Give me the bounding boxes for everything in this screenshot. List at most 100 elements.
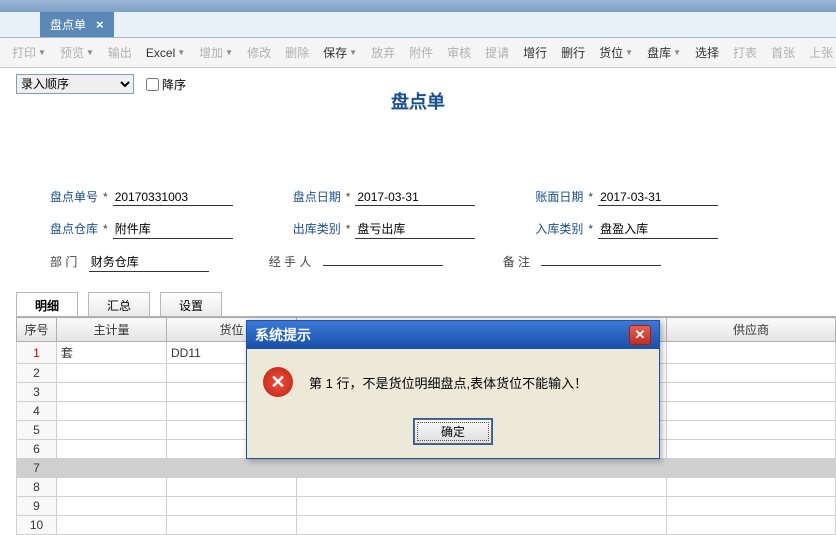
tab-summary[interactable]: 汇总 — [88, 292, 150, 319]
in-type-input[interactable]: 盘盈入库 — [598, 220, 718, 239]
cell-supplier[interactable] — [667, 364, 836, 383]
tab-detail[interactable]: 明细 — [16, 292, 78, 319]
chevron-down-icon: ▼ — [225, 48, 233, 57]
cell-gap[interactable] — [297, 516, 667, 535]
cell-unit[interactable] — [57, 421, 167, 440]
cell-supplier[interactable] — [667, 497, 836, 516]
dialog-body: ✕ 第 1 行，不是货位明细盘点,表体货位不能输入！ 确定 — [247, 349, 659, 458]
dialog-close-button[interactable]: ✕ — [629, 325, 651, 345]
cell-bin[interactable] — [167, 459, 297, 478]
dialog-title: 系统提示 — [255, 325, 311, 345]
inventory-button[interactable]: 盘库▼ — [641, 40, 687, 65]
field-handler: 经 手 人 — [269, 253, 443, 272]
edit-button[interactable]: 修改 — [241, 40, 277, 65]
tab-settings[interactable]: 设置 — [160, 292, 222, 319]
row-number: 3 — [17, 383, 57, 402]
cell-supplier[interactable] — [667, 478, 836, 497]
dept-input[interactable]: 财务仓库 — [89, 253, 209, 272]
dialog-ok-button[interactable]: 确定 — [414, 419, 492, 444]
row-number: 7 — [17, 459, 57, 478]
cell-unit[interactable] — [57, 402, 167, 421]
cell-unit[interactable] — [57, 516, 167, 535]
chevron-down-icon: ▼ — [38, 48, 46, 57]
print-button[interactable]: 打印▼ — [6, 40, 52, 65]
attach-button[interactable]: 附件 — [403, 40, 439, 65]
cell-supplier[interactable] — [667, 342, 836, 364]
chevron-down-icon: ▼ — [177, 48, 185, 57]
cell-supplier[interactable] — [667, 516, 836, 535]
page-title: 盘点单 — [0, 88, 836, 114]
save-button[interactable]: 保存▼ — [317, 40, 363, 65]
table-row[interactable]: 7 — [17, 459, 836, 478]
out-type-input[interactable]: 盘亏出库 — [355, 220, 475, 239]
window-titlebar — [0, 0, 836, 12]
submit-button[interactable]: 提请 — [479, 40, 515, 65]
cell-gap[interactable] — [297, 459, 667, 478]
bin-button[interactable]: 货位▼ — [593, 40, 639, 65]
table-row[interactable]: 10 — [17, 516, 836, 535]
tab-inventory-sheet[interactable]: 盘点单 × — [40, 12, 114, 37]
col-unit[interactable]: 主计量 — [57, 318, 167, 342]
count-date-input[interactable]: 2017-03-31 — [355, 190, 475, 206]
audit-button[interactable]: 审核 — [441, 40, 477, 65]
row-number: 10 — [17, 516, 57, 535]
row-number: 9 — [17, 497, 57, 516]
cell-unit[interactable]: 套 — [57, 342, 167, 364]
field-dept: 部 门 财务仓库 — [50, 253, 209, 272]
prev-button[interactable]: 上张 — [803, 40, 836, 65]
close-icon: ✕ — [635, 327, 646, 343]
first-button[interactable]: 首张 — [765, 40, 801, 65]
handler-input[interactable] — [323, 264, 443, 266]
table-row[interactable]: 8 — [17, 478, 836, 497]
cell-supplier[interactable] — [667, 383, 836, 402]
chevron-down-icon: ▼ — [86, 48, 94, 57]
field-warehouse: 盘点仓库*附件库 — [50, 220, 233, 239]
cell-unit[interactable] — [57, 459, 167, 478]
book-date-input[interactable]: 2017-03-31 — [598, 190, 718, 206]
row-number: 4 — [17, 402, 57, 421]
cell-unit[interactable] — [57, 478, 167, 497]
table-row[interactable]: 9 — [17, 497, 836, 516]
delrow-button[interactable]: 删行 — [555, 40, 591, 65]
delete-button[interactable]: 删除 — [279, 40, 315, 65]
chevron-down-icon: ▼ — [625, 48, 633, 57]
cell-supplier[interactable] — [667, 421, 836, 440]
cell-unit[interactable] — [57, 440, 167, 459]
remark-input[interactable] — [541, 264, 661, 266]
field-in-type: 入库类别*盘盈入库 — [535, 220, 718, 239]
chevron-down-icon: ▼ — [673, 48, 681, 57]
warehouse-input[interactable]: 附件库 — [113, 220, 233, 239]
form-area: 盘点单号*20170331003 盘点日期*2017-03-31 账面日期*20… — [50, 188, 826, 286]
report-button[interactable]: 打表 — [727, 40, 763, 65]
cell-supplier[interactable] — [667, 440, 836, 459]
discard-button[interactable]: 放弃 — [365, 40, 401, 65]
row-number: 6 — [17, 440, 57, 459]
preview-button[interactable]: 预览▼ — [54, 40, 100, 65]
cell-bin[interactable] — [167, 497, 297, 516]
cell-unit[interactable] — [57, 364, 167, 383]
cell-bin[interactable] — [167, 478, 297, 497]
dialog-titlebar[interactable]: 系统提示 ✕ — [247, 321, 659, 349]
add-button[interactable]: 增加▼ — [193, 40, 239, 65]
field-sheet-no: 盘点单号*20170331003 — [50, 188, 233, 206]
col-no[interactable]: 序号 — [17, 318, 57, 342]
excel-button[interactable]: Excel▼ — [140, 42, 191, 64]
cell-gap[interactable] — [297, 497, 667, 516]
cell-gap[interactable] — [297, 478, 667, 497]
addrow-button[interactable]: 增行 — [517, 40, 553, 65]
sheet-no-input[interactable]: 20170331003 — [113, 190, 233, 206]
output-button[interactable]: 输出 — [102, 40, 138, 65]
cell-supplier[interactable] — [667, 402, 836, 421]
cell-unit[interactable] — [57, 497, 167, 516]
main-toolbar: 打印▼ 预览▼ 输出 Excel▼ 增加▼ 修改 删除 保存▼ 放弃 附件 审核… — [0, 38, 836, 68]
select-button[interactable]: 选择 — [689, 40, 725, 65]
cell-unit[interactable] — [57, 383, 167, 402]
system-dialog: 系统提示 ✕ ✕ 第 1 行，不是货位明细盘点,表体货位不能输入！ 确定 — [246, 320, 660, 459]
cell-bin[interactable] — [167, 516, 297, 535]
dialog-message: 第 1 行，不是货位明细盘点,表体货位不能输入！ — [309, 373, 587, 392]
field-count-date: 盘点日期*2017-03-31 — [293, 188, 476, 206]
cell-supplier[interactable] — [667, 459, 836, 478]
col-supplier[interactable]: 供应商 — [667, 318, 836, 342]
row-number: 1 — [17, 342, 57, 364]
close-icon[interactable]: × — [96, 17, 104, 32]
